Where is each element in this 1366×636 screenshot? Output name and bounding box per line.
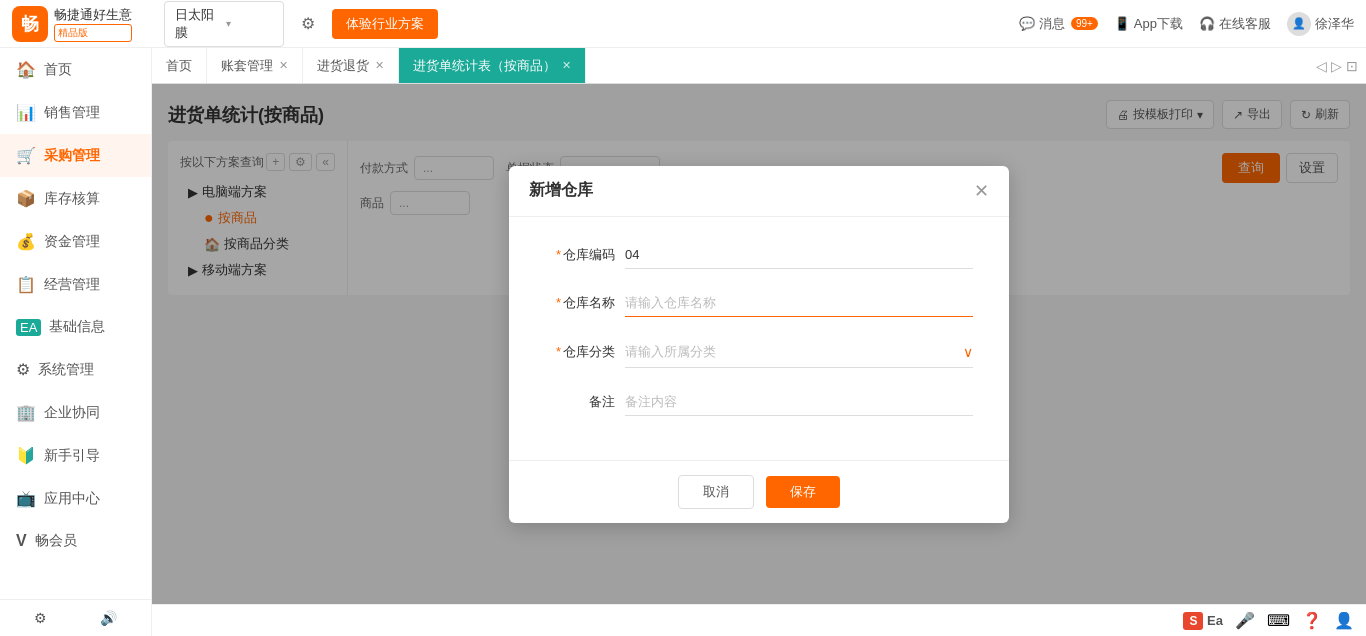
category-arrow-icon: ∨ xyxy=(963,344,973,360)
inventory-icon: 📦 xyxy=(16,189,36,208)
sidebar-item-inventory[interactable]: 📦 库存核算 xyxy=(0,177,151,220)
sidebar: 🏠 首页 📊 销售管理 🛒 采购管理 📦 库存核算 💰 资金管理 📋 经营管理 … xyxy=(0,48,152,636)
form-row-note: 备注 xyxy=(545,388,973,416)
save-button[interactable]: 保存 xyxy=(766,476,840,508)
home-icon: 🏠 xyxy=(16,60,36,79)
logo-area: 畅 畅捷通好生意 精品版 xyxy=(12,6,164,42)
message-icon: 💬 xyxy=(1019,16,1035,31)
sidebar-item-enterprise[interactable]: 🏢 企业协同 xyxy=(0,391,151,434)
logo-text: 畅捷通好生意 精品版 xyxy=(54,6,132,42)
tab-home[interactable]: 首页 xyxy=(152,48,207,83)
sidebar-item-guide[interactable]: 🔰 新手引导 xyxy=(0,434,151,477)
tab-close-stat[interactable]: ✕ xyxy=(562,59,571,72)
s-logo-icon: S xyxy=(1183,612,1203,630)
code-label: 仓库编码 xyxy=(545,246,625,264)
top-header: 畅 畅捷通好生意 精品版 日太阳膜 ▾ ⚙ 体验行业方案 💬 消息 99+ 📱 … xyxy=(0,0,1366,48)
main-content: 进货单统计(按商品) 🖨 按模板打印 ▾ ↗ 导出 ↻ 刷新 xyxy=(152,84,1366,604)
tab-next-icon[interactable]: ▷ xyxy=(1331,58,1342,74)
tab-close-return[interactable]: ✕ xyxy=(375,59,384,72)
tab-expand-icon[interactable]: ⊡ xyxy=(1346,58,1358,74)
modal-title: 新增仓库 xyxy=(529,180,593,201)
tab-bar-right: ◁ ▷ ⊡ xyxy=(1308,48,1366,83)
mic-icon[interactable]: 🎤 xyxy=(1235,611,1255,630)
sidebar-item-appcenter[interactable]: 📺 应用中心 xyxy=(0,477,151,520)
form-row-category: 仓库分类 请输入所属分类 ∨ xyxy=(545,337,973,368)
base-icon: EA xyxy=(16,319,41,336)
cancel-button[interactable]: 取消 xyxy=(678,475,754,509)
tab-purchase-return[interactable]: 进货退货 ✕ xyxy=(303,48,399,83)
store-selector[interactable]: 日太阳膜 ▾ xyxy=(164,1,284,47)
chevron-down-icon: ▾ xyxy=(226,18,273,29)
appcenter-icon: 📺 xyxy=(16,489,36,508)
sidebar-sound-icon[interactable]: 🔊 xyxy=(100,610,117,626)
tab-purchase-stat[interactable]: 进货单统计表（按商品） ✕ xyxy=(399,48,586,83)
settings-icon-btn[interactable]: ⚙ xyxy=(292,8,324,40)
keyboard-icon[interactable]: ⌨ xyxy=(1267,611,1290,630)
logo-icon: 畅 xyxy=(12,6,48,42)
new-warehouse-modal: 新增仓库 ✕ 仓库编码 仓库名称 xyxy=(509,166,1009,523)
main-layout: 🏠 首页 📊 销售管理 🛒 采购管理 📦 库存核算 💰 资金管理 📋 经营管理 … xyxy=(0,48,1366,636)
user-btn[interactable]: 👤 徐泽华 xyxy=(1287,12,1354,36)
sidebar-item-purchase[interactable]: 🛒 采购管理 xyxy=(0,134,151,177)
online-service-btn[interactable]: 🎧 在线客服 xyxy=(1199,15,1271,33)
messages-btn[interactable]: 💬 消息 99+ xyxy=(1019,15,1098,33)
code-input[interactable] xyxy=(625,241,973,269)
name-input[interactable] xyxy=(625,289,973,317)
headset-icon: 🎧 xyxy=(1199,16,1215,31)
finance-icon: 💰 xyxy=(16,232,36,251)
avatar: 👤 xyxy=(1287,12,1311,36)
sidebar-item-sales[interactable]: 📊 销售管理 xyxy=(0,91,151,134)
tab-prev-icon[interactable]: ◁ xyxy=(1316,58,1327,74)
right-area: 首页 账套管理 ✕ 进货退货 ✕ 进货单统计表（按商品） ✕ ◁ ▷ ⊡ xyxy=(152,48,1366,636)
phone-icon: 📱 xyxy=(1114,16,1130,31)
tab-account[interactable]: 账套管理 ✕ xyxy=(207,48,303,83)
sidebar-bottom: ⚙ 🔊 xyxy=(0,599,151,636)
sidebar-item-vip[interactable]: V 畅会员 xyxy=(0,520,151,562)
note-label: 备注 xyxy=(545,393,625,411)
operations-icon: 📋 xyxy=(16,275,36,294)
modal-body: 仓库编码 仓库名称 仓库分类 请输入所属分类 xyxy=(509,217,1009,460)
gear-icon: ⚙ xyxy=(301,14,315,33)
form-row-code: 仓库编码 xyxy=(545,241,973,269)
category-label: 仓库分类 xyxy=(545,343,625,361)
header-right: 💬 消息 99+ 📱 App下载 🎧 在线客服 👤 徐泽华 xyxy=(1019,12,1354,36)
tab-bar: 首页 账套管理 ✕ 进货退货 ✕ 进货单统计表（按商品） ✕ ◁ ▷ ⊡ xyxy=(152,48,1366,84)
app-download-btn[interactable]: 📱 App下载 xyxy=(1114,15,1183,33)
sidebar-item-finance[interactable]: 💰 资金管理 xyxy=(0,220,151,263)
sales-icon: 📊 xyxy=(16,103,36,122)
bottom-bar: S Ea 🎤 ⌨ ❓ 👤 xyxy=(152,604,1366,636)
help-icon[interactable]: ❓ xyxy=(1302,611,1322,630)
trial-button[interactable]: 体验行业方案 xyxy=(332,9,438,39)
sidebar-settings-icon[interactable]: ⚙ xyxy=(34,610,47,626)
system-icon: ⚙ xyxy=(16,360,30,379)
note-input[interactable] xyxy=(625,388,973,416)
modal-overlay: 新增仓库 ✕ 仓库编码 仓库名称 xyxy=(152,84,1366,604)
sidebar-item-operations[interactable]: 📋 经营管理 xyxy=(0,263,151,306)
guide-icon: 🔰 xyxy=(16,446,36,465)
sidebar-item-base[interactable]: EA 基础信息 xyxy=(0,306,151,348)
bottom-label: S Ea xyxy=(1183,613,1223,628)
sidebar-item-home[interactable]: 🏠 首页 xyxy=(0,48,151,91)
purchase-icon: 🛒 xyxy=(16,146,36,165)
sidebar-item-system[interactable]: ⚙ 系统管理 xyxy=(0,348,151,391)
vip-icon: V xyxy=(16,532,27,550)
enterprise-icon: 🏢 xyxy=(16,403,36,422)
tab-close-account[interactable]: ✕ xyxy=(279,59,288,72)
user-bottom-icon[interactable]: 👤 xyxy=(1334,611,1354,630)
category-select[interactable]: 请输入所属分类 ∨ xyxy=(625,337,973,368)
name-label: 仓库名称 xyxy=(545,294,625,312)
modal-close-icon[interactable]: ✕ xyxy=(974,180,989,202)
modal-footer: 取消 保存 xyxy=(509,460,1009,523)
modal-header: 新增仓库 ✕ xyxy=(509,166,1009,217)
form-row-name: 仓库名称 xyxy=(545,289,973,317)
